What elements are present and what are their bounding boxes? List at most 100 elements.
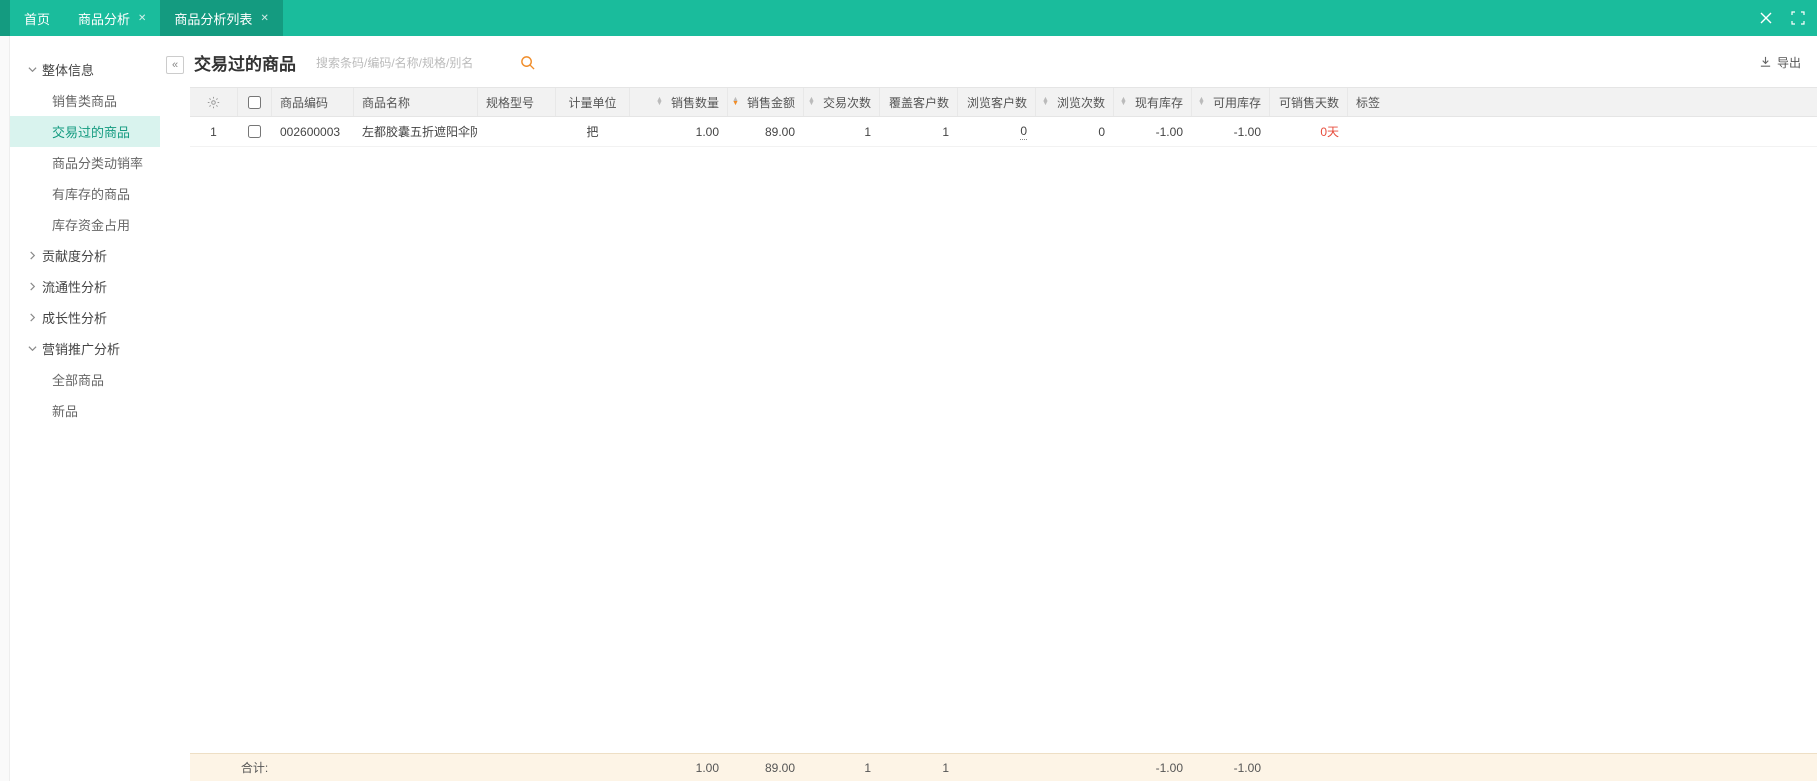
th-amount[interactable]: ▲▼ 销售金额	[728, 88, 804, 116]
close-icon[interactable]: ✕	[136, 13, 146, 24]
tf-views	[1036, 754, 1114, 781]
content-panel: 交易过的商品 导出	[190, 36, 1817, 781]
row-checkbox[interactable]	[248, 125, 261, 138]
chevron-down-icon	[28, 344, 38, 353]
tf-qty: 1.00	[630, 754, 728, 781]
cell-checkbox[interactable]	[238, 117, 272, 146]
tab-bar: 首页 商品分析 ✕ 商品分析列表 ✕	[0, 0, 1817, 36]
tf-days	[1270, 754, 1348, 781]
cell-spec	[478, 117, 556, 146]
cell-days: 0天	[1270, 117, 1348, 146]
th-days[interactable]: ▲▼ 可销售天数	[1270, 88, 1348, 116]
sidebar-group-growth: 成长性分析	[10, 302, 160, 333]
sort-icon: ▲▼	[880, 98, 881, 106]
th-name[interactable]: 商品名称	[354, 88, 478, 116]
chevron-right-icon	[28, 251, 38, 260]
sidebar-group-head-marketing[interactable]: 营销推广分析	[10, 333, 160, 364]
search-input[interactable]	[314, 52, 514, 74]
sidebar-item-new-products[interactable]: 新品	[10, 395, 160, 426]
sidebar-group-head-contribution[interactable]: 贡献度分析	[10, 240, 160, 271]
left-gutter	[0, 36, 10, 781]
th-label: 浏览次数	[1057, 94, 1105, 111]
sidebar-group-label: 成长性分析	[42, 308, 107, 327]
th-stock[interactable]: ▲▼ 现有库存	[1114, 88, 1192, 116]
th-settings[interactable]	[190, 88, 238, 116]
tf-tx: 1	[804, 754, 880, 781]
cell-unit: 把	[556, 117, 630, 146]
tf-spacer	[1348, 754, 1817, 781]
sidebar-group-head-growth[interactable]: 成长性分析	[10, 302, 160, 333]
cell-views: 0	[1036, 117, 1114, 146]
main-area: 整体信息 销售类商品 交易过的商品 商品分类动销率 有库存的商品 库存资金占用 …	[0, 36, 1817, 781]
sort-icon: ▲▼	[732, 98, 739, 106]
tab-product-analysis-list[interactable]: 商品分析列表 ✕	[160, 0, 282, 36]
cell-vcust[interactable]: 0	[958, 117, 1036, 146]
sidebar-group-overview: 整体信息 销售类商品 交易过的商品 商品分类动销率 有库存的商品 库存资金占用	[10, 54, 160, 240]
sidebar-collapse-column: «	[160, 36, 190, 781]
table-area: 商品编码 商品名称 规格型号 计量单位 ▲▼ 销售数量 ▲▼ 销售金额	[190, 87, 1817, 781]
th-qty[interactable]: ▲▼ 销售数量	[630, 88, 728, 116]
chevron-left-double-icon: «	[172, 59, 178, 71]
th-label: 覆盖客户数	[889, 94, 949, 111]
search-icon[interactable]	[520, 55, 535, 70]
th-avail[interactable]: ▲▼ 可用库存	[1192, 88, 1270, 116]
table-footer-row: 合计: 1.00 89.00 1 1 -1.00 -1.00	[190, 753, 1817, 781]
th-views[interactable]: ▲▼ 浏览次数	[1036, 88, 1114, 116]
close-icon[interactable]: ✕	[258, 13, 268, 24]
cell-cust: 1	[880, 117, 958, 146]
tabbar-actions	[1755, 0, 1817, 36]
content-header: 交易过的商品 导出	[190, 36, 1817, 87]
tf-label: 合计:	[238, 754, 272, 781]
sidebar-item-all-products[interactable]: 全部商品	[10, 364, 160, 395]
tf-spacer	[272, 754, 354, 781]
th-code[interactable]: 商品编码	[272, 88, 354, 116]
close-all-icon[interactable]	[1755, 7, 1777, 29]
cell-vcust-value: 0	[1020, 124, 1027, 140]
tf-stock: -1.00	[1114, 754, 1192, 781]
tf-spacer	[478, 754, 556, 781]
tabbar-left-edge	[0, 0, 10, 36]
sidebar-group-head-liquidity[interactable]: 流通性分析	[10, 271, 160, 302]
sidebar-item-traded-products[interactable]: 交易过的商品	[10, 116, 160, 147]
select-all-checkbox[interactable]	[248, 96, 261, 109]
table-row[interactable]: 1 002600003 左都胶囊五折遮阳伞防晒伞; 把 1.00 89.00 1…	[190, 117, 1817, 147]
fullscreen-icon[interactable]	[1787, 7, 1809, 29]
sort-icon: ▲▼	[1042, 98, 1049, 106]
th-tags[interactable]: 标签	[1348, 88, 1817, 116]
th-unit[interactable]: 计量单位	[556, 88, 630, 116]
sidebar-group-contribution: 贡献度分析	[10, 240, 160, 271]
cell-index: 1	[190, 117, 238, 146]
tab-product-analysis[interactable]: 商品分析 ✕	[64, 0, 160, 36]
tf-spacer	[354, 754, 478, 781]
th-checkbox[interactable]	[238, 88, 272, 116]
tf-cust: 1	[880, 754, 958, 781]
sort-icon: ▲▼	[808, 98, 815, 106]
th-spec[interactable]: 规格型号	[478, 88, 556, 116]
sidebar-item-sales-products[interactable]: 销售类商品	[10, 85, 160, 116]
tab-label: 首页	[24, 9, 50, 28]
th-cust[interactable]: ▲▼ 覆盖客户数	[880, 88, 958, 116]
sidebar-item-stock-capital[interactable]: 库存资金占用	[10, 209, 160, 240]
sort-icon: ▲▼	[656, 98, 663, 106]
sidebar-group-label: 贡献度分析	[42, 246, 107, 265]
tab-home[interactable]: 首页	[10, 0, 64, 36]
page-title: 交易过的商品	[194, 50, 296, 75]
th-label: 标签	[1356, 94, 1380, 111]
th-label: 现有库存	[1135, 94, 1183, 111]
sidebar-item-category-turnover[interactable]: 商品分类动销率	[10, 147, 160, 178]
chevron-right-icon	[28, 313, 38, 322]
sidebar-item-instock-products[interactable]: 有库存的商品	[10, 178, 160, 209]
cell-name: 左都胶囊五折遮阳伞防晒伞;	[354, 117, 478, 146]
sidebar-group-head-overview[interactable]: 整体信息	[10, 54, 160, 85]
export-button[interactable]: 导出	[1759, 54, 1801, 71]
sort-icon: ▲▼	[1198, 98, 1205, 106]
collapse-sidebar-button[interactable]: «	[166, 56, 184, 74]
sort-icon: ▲▼	[958, 98, 959, 106]
gear-icon	[207, 96, 220, 109]
th-tx[interactable]: ▲▼ 交易次数	[804, 88, 880, 116]
th-label: 商品名称	[362, 94, 410, 111]
chevron-down-icon	[28, 65, 38, 74]
th-label: 商品编码	[280, 94, 328, 111]
th-vcust[interactable]: ▲▼ 浏览客户数	[958, 88, 1036, 116]
sidebar: 整体信息 销售类商品 交易过的商品 商品分类动销率 有库存的商品 库存资金占用 …	[10, 36, 160, 781]
